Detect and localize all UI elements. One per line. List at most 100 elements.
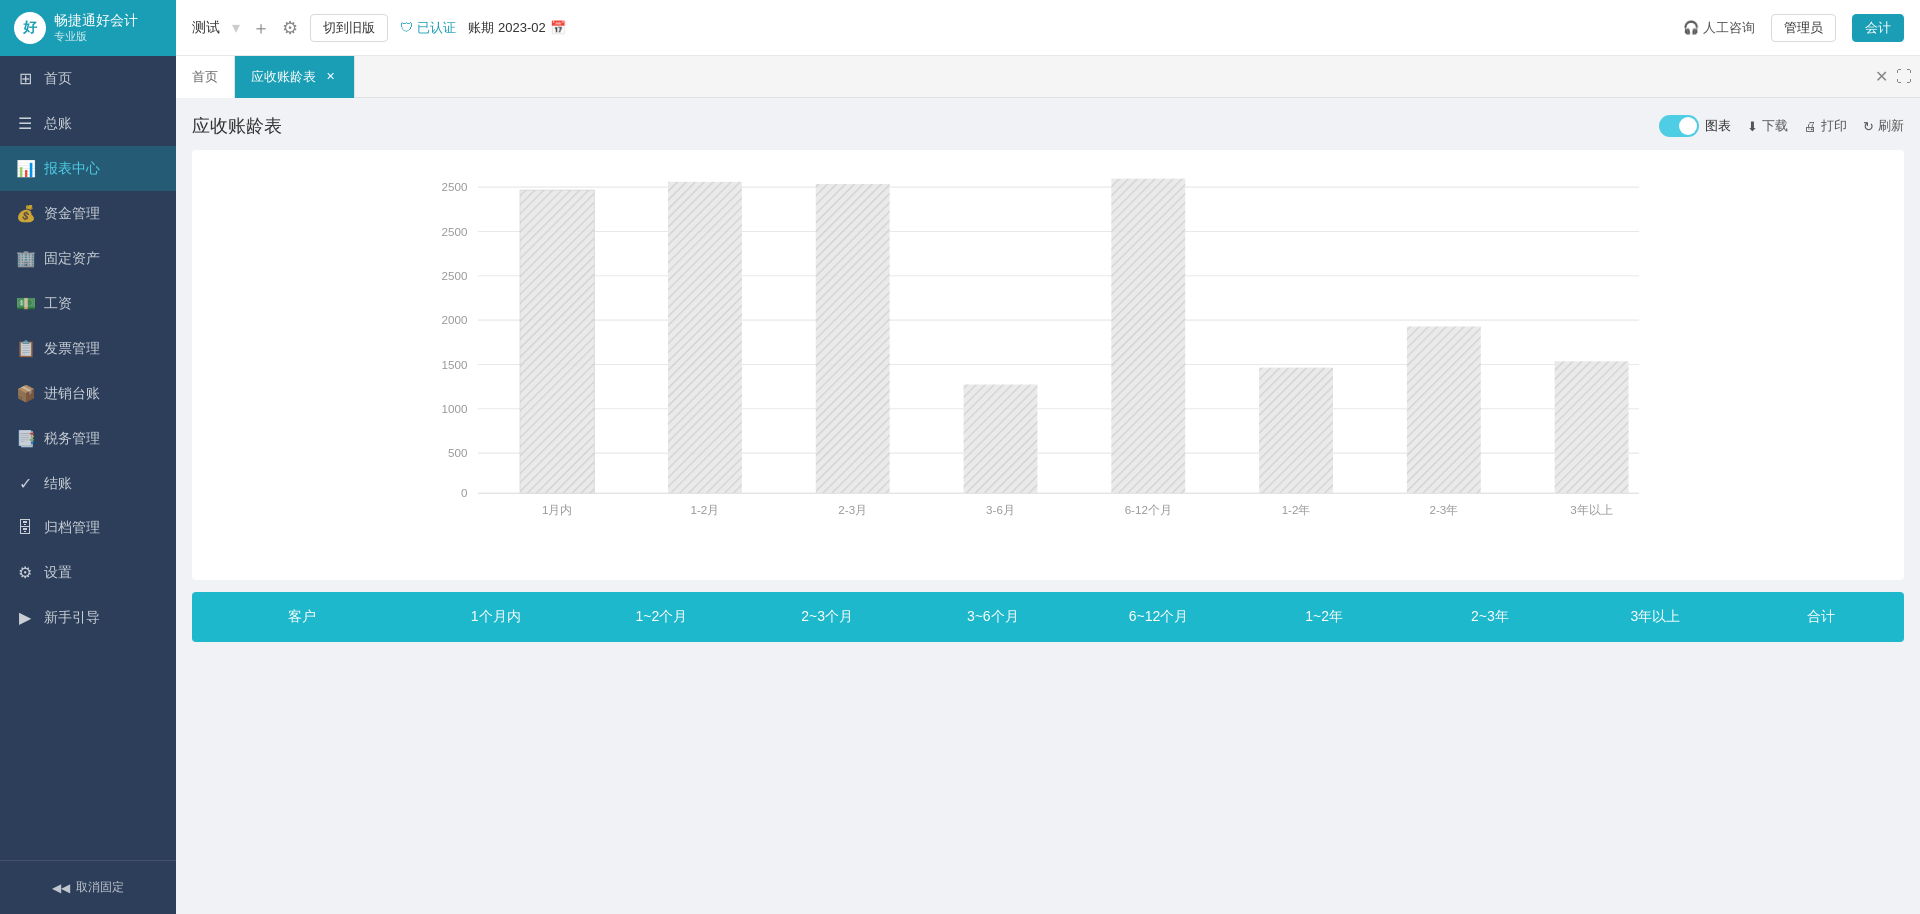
cancel-fixed-icon: ◀◀ xyxy=(52,881,70,895)
th-customer: 客户 xyxy=(192,592,413,642)
tabbar-right: ✕ ⛶ xyxy=(1875,67,1920,86)
tab-close-icon[interactable]: ✕ xyxy=(322,69,338,85)
content-area: 应收账龄表 图表 ⬇ 下载 🖨 打印 ↻ 刷新 xyxy=(176,98,1920,914)
tabbar: 首页 应收账龄表 ✕ ✕ ⛶ xyxy=(176,56,1920,98)
page-title: 应收账龄表 xyxy=(192,114,282,138)
support-button[interactable]: 🎧 人工咨询 xyxy=(1683,19,1755,37)
certified-label: 已认证 xyxy=(417,19,456,37)
svg-text:2500: 2500 xyxy=(442,225,468,238)
tab-home-label: 首页 xyxy=(192,68,218,86)
chart-area: 2500 2500 2500 2000 1500 1000 500 0 xyxy=(208,166,1888,546)
sidebar-label-close: 结账 xyxy=(44,475,72,493)
chart-toggle-label: 图表 xyxy=(1705,117,1731,135)
th-2-3month: 2~3个月 xyxy=(744,592,910,642)
ledger-icon: ☰ xyxy=(16,114,34,133)
reports-icon: 📊 xyxy=(16,159,34,178)
svg-rect-20 xyxy=(964,385,1038,494)
topbar-settings-icon[interactable]: ⚙ xyxy=(282,17,298,39)
svg-rect-17 xyxy=(520,190,594,493)
svg-text:6-12个月: 6-12个月 xyxy=(1125,503,1172,516)
chart-toggle-group: 图表 xyxy=(1659,115,1731,137)
sidebar-label-guide: 新手引导 xyxy=(44,609,100,627)
svg-text:1000: 1000 xyxy=(442,402,468,415)
sidebar-label-inventory: 进销台账 xyxy=(44,385,100,403)
print-label: 打印 xyxy=(1821,117,1847,135)
funds-icon: 💰 xyxy=(16,204,34,223)
sidebar-item-reports[interactable]: 📊 报表中心 xyxy=(0,146,176,191)
sidebar-item-invoice[interactable]: 📋 发票管理 xyxy=(0,326,176,371)
calendar-icon[interactable]: 📅 xyxy=(550,20,566,35)
sidebar-item-close[interactable]: ✓ 结账 xyxy=(0,461,176,506)
sidebar-label-salary: 工资 xyxy=(44,295,72,313)
sidebar-item-inventory[interactable]: 📦 进销台账 xyxy=(0,371,176,416)
svg-text:500: 500 xyxy=(448,446,467,459)
svg-rect-23 xyxy=(1407,326,1481,493)
inventory-icon: 📦 xyxy=(16,384,34,403)
chart-toggle[interactable] xyxy=(1659,115,1699,137)
sidebar-item-settings[interactable]: ⚙ 设置 xyxy=(0,550,176,595)
topbar-add-icon[interactable]: ＋ xyxy=(252,16,270,40)
topbar-dropdown-icon[interactable]: ▾ xyxy=(232,18,240,37)
sidebar-label-reports: 报表中心 xyxy=(44,160,100,178)
salary-icon: 💵 xyxy=(16,294,34,313)
tax-icon: 📑 xyxy=(16,429,34,448)
tab-home[interactable]: 首页 xyxy=(176,56,235,98)
svg-rect-18 xyxy=(668,182,742,493)
sidebar-item-assets[interactable]: 🏢 固定资产 xyxy=(0,236,176,281)
svg-text:0: 0 xyxy=(461,486,467,499)
assets-icon: 🏢 xyxy=(16,249,34,268)
role-button[interactable]: 会计 xyxy=(1852,14,1904,42)
svg-text:1月内: 1月内 xyxy=(542,503,572,516)
sidebar-label-ledger: 总账 xyxy=(44,115,72,133)
print-button[interactable]: 🖨 打印 xyxy=(1804,117,1847,135)
download-label: 下载 xyxy=(1762,117,1788,135)
svg-rect-24 xyxy=(1555,361,1629,493)
th-1-2month: 1~2个月 xyxy=(579,592,745,642)
svg-text:3-6月: 3-6月 xyxy=(986,503,1015,516)
shield-icon: 🛡 xyxy=(400,20,413,35)
switch-old-button[interactable]: 切到旧版 xyxy=(310,14,388,42)
svg-text:1-2年: 1-2年 xyxy=(1282,503,1311,516)
invoice-icon: 📋 xyxy=(16,339,34,358)
th-1month: 1个月内 xyxy=(413,592,579,642)
tab-receivable-label: 应收账龄表 xyxy=(251,68,316,86)
period-label: 账期 xyxy=(468,19,494,37)
admin-button[interactable]: 管理员 xyxy=(1771,14,1836,42)
table-header: 客户 1个月内 1~2个月 2~3个月 3~6个月 6~12个月 1~2年 2~… xyxy=(192,592,1904,642)
topbar-right: 🎧 人工咨询 管理员 会计 xyxy=(1683,14,1904,42)
refresh-button[interactable]: ↻ 刷新 xyxy=(1863,117,1904,135)
download-icon: ⬇ xyxy=(1747,119,1758,134)
sidebar-label-invoice: 发票管理 xyxy=(44,340,100,358)
sidebar: 好 畅捷通好会计 专业版 ⊞ 首页 ☰ 总账 📊 报表中心 💰 资金管理 🏢 固… xyxy=(0,0,176,914)
sidebar-label-settings: 设置 xyxy=(44,564,72,582)
svg-rect-22 xyxy=(1259,368,1333,494)
close-window-icon[interactable]: ✕ xyxy=(1875,67,1888,86)
guide-icon: ▶ xyxy=(16,608,34,627)
sidebar-item-ledger[interactable]: ☰ 总账 xyxy=(0,101,176,146)
expand-icon[interactable]: ⛶ xyxy=(1896,68,1912,86)
cancel-fixed-label: 取消固定 xyxy=(76,879,124,896)
tab-receivable-aging[interactable]: 应收账龄表 ✕ xyxy=(235,56,355,98)
headset-icon: 🎧 xyxy=(1683,20,1699,35)
cancel-fixed-button[interactable]: ◀◀ 取消固定 xyxy=(10,871,166,904)
bar-chart: 2500 2500 2500 2000 1500 1000 500 0 xyxy=(208,166,1888,546)
th-1-2year: 1~2年 xyxy=(1241,592,1407,642)
main-area: 测试 ▾ ＋ ⚙ 切到旧版 🛡 已认证 账期 2023-02 📅 🎧 人工咨询 … xyxy=(176,0,1920,914)
sidebar-item-home[interactable]: ⊞ 首页 xyxy=(0,56,176,101)
sidebar-item-salary[interactable]: 💵 工资 xyxy=(0,281,176,326)
chart-container: 2500 2500 2500 2000 1500 1000 500 0 xyxy=(192,150,1904,580)
sidebar-item-funds[interactable]: 💰 资金管理 xyxy=(0,191,176,236)
sidebar-item-tax[interactable]: 📑 税务管理 xyxy=(0,416,176,461)
app-name: 畅捷通好会计 xyxy=(54,12,138,29)
download-button[interactable]: ⬇ 下载 xyxy=(1747,117,1788,135)
svg-text:2-3月: 2-3月 xyxy=(838,503,867,516)
svg-text:1500: 1500 xyxy=(442,358,468,371)
page-header: 应收账龄表 图表 ⬇ 下载 🖨 打印 ↻ 刷新 xyxy=(192,114,1904,138)
logo-text-group: 畅捷通好会计 专业版 xyxy=(54,12,138,44)
sidebar-label-tax: 税务管理 xyxy=(44,430,100,448)
sidebar-label-archive: 归档管理 xyxy=(44,519,100,537)
sidebar-item-guide[interactable]: ▶ 新手引导 xyxy=(0,595,176,640)
certified-badge: 🛡 已认证 xyxy=(400,19,456,37)
sidebar-item-archive[interactable]: 🗄 归档管理 xyxy=(0,506,176,550)
th-2-3year: 2~3年 xyxy=(1407,592,1573,642)
